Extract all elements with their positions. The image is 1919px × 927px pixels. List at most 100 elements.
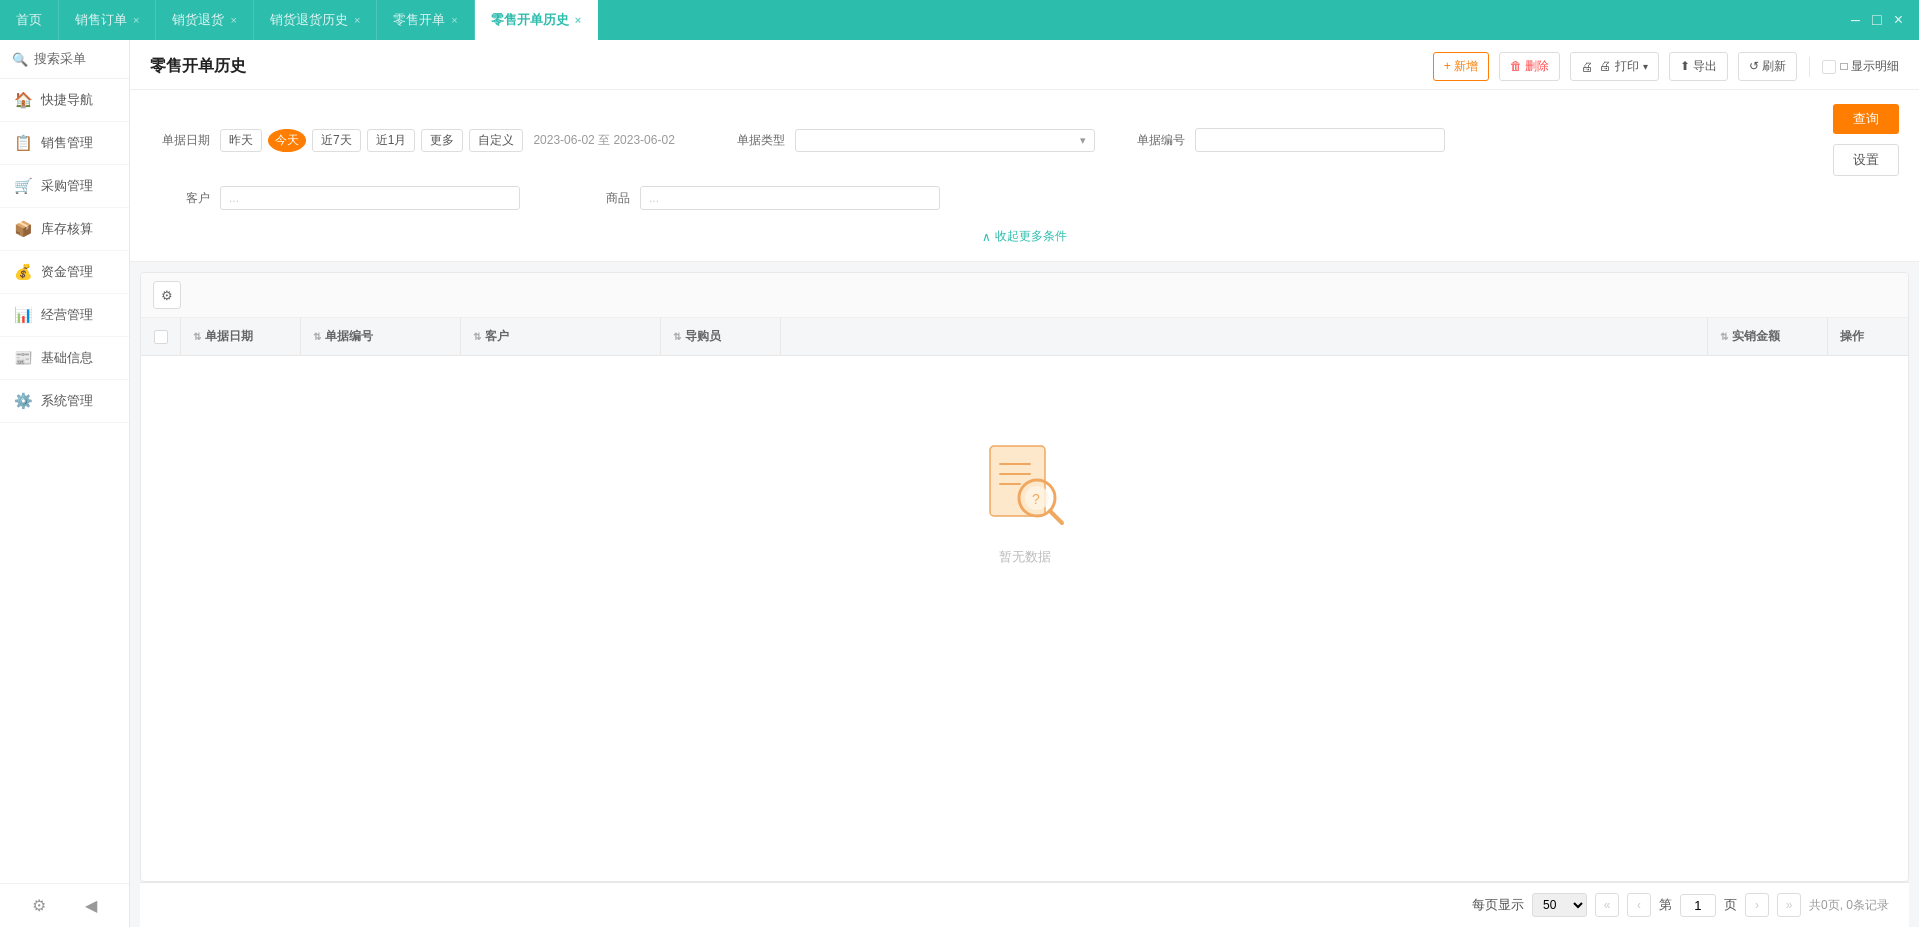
- date-btn-last-month[interactable]: 近1月: [367, 129, 416, 152]
- close-btn[interactable]: ×: [1894, 11, 1903, 29]
- tab-bar: 首页 销售订单 × 销货退货 × 销货退货历史 × 零售开单 × 零售开单历史 …: [0, 0, 1919, 40]
- first-page-btn[interactable]: «: [1595, 893, 1619, 917]
- filter-client-placeholder: ...: [229, 191, 239, 205]
- search-icon: 🔍: [12, 52, 28, 67]
- tab-sales-return[interactable]: 销货退货 ×: [156, 0, 253, 40]
- next-page-btn[interactable]: ›: [1745, 893, 1769, 917]
- minimize-btn[interactable]: –: [1851, 11, 1860, 29]
- th-num[interactable]: ⇅ 单据编号: [301, 318, 461, 355]
- tab-home[interactable]: 首页: [0, 0, 59, 40]
- tab-retail-open-close[interactable]: ×: [451, 14, 457, 26]
- purchase-mgmt-icon: 🛒: [14, 177, 33, 195]
- delete-button[interactable]: 🗑 删除: [1499, 52, 1560, 81]
- th-guide[interactable]: ⇅ 导购员: [661, 318, 781, 355]
- page-title: 零售开单历史: [150, 56, 246, 77]
- tab-retail-open-history-label: 零售开单历史: [491, 11, 569, 29]
- sidebar-collapse-btn[interactable]: ◀: [85, 896, 97, 915]
- page-input[interactable]: [1680, 894, 1716, 917]
- sidebar-search-label: 搜索采单: [34, 50, 86, 68]
- date-btn-custom[interactable]: 自定义: [469, 129, 523, 152]
- collapse-label: 收起更多条件: [995, 228, 1067, 245]
- sys-mgmt-icon: ⚙️: [14, 392, 33, 410]
- table-settings-icon: ⚙: [161, 288, 173, 303]
- tab-sales-order-close[interactable]: ×: [133, 14, 139, 26]
- filter-row-2: 客户 ... 商品 ...: [150, 186, 1899, 210]
- table-settings-btn[interactable]: ⚙: [153, 281, 181, 309]
- empty-state: ? 暂无数据: [141, 356, 1908, 646]
- sort-amount-icon: ⇅: [1720, 331, 1728, 342]
- sidebar-item-finance[interactable]: 💰 资金管理: [0, 251, 129, 294]
- finance-icon: 💰: [14, 263, 33, 281]
- table-toolbar: ⚙: [141, 273, 1908, 318]
- business-icon: 📊: [14, 306, 33, 324]
- filter-doc-type-label: 单据类型: [725, 132, 785, 149]
- header-checkbox[interactable]: [154, 330, 168, 344]
- print-button[interactable]: 🖨 🖨 打印 ▾: [1570, 52, 1658, 81]
- date-btn-today[interactable]: 今天: [268, 129, 306, 152]
- date-btn-group: 昨天 今天 近7天 近1月 更多 自定义: [220, 129, 523, 152]
- filter-doc-type-select[interactable]: ▾: [795, 129, 1095, 152]
- tab-sales-return-history[interactable]: 销货退货历史 ×: [254, 0, 377, 40]
- settings-set-button[interactable]: 设置: [1833, 144, 1899, 176]
- sidebar-item-sales-mgmt-label: 销售管理: [41, 134, 93, 152]
- sort-num-icon: ⇅: [313, 331, 321, 342]
- sidebar-item-sys-mgmt-label: 系统管理: [41, 392, 93, 410]
- sidebar-item-purchase-mgmt[interactable]: 🛒 采购管理: [0, 165, 129, 208]
- th-client[interactable]: ⇅ 客户: [461, 318, 661, 355]
- sidebar: 🔍 搜索采单 🏠 快捷导航 📋 销售管理 🛒 采购管理 📦 库存核算 💰 资金管…: [0, 40, 130, 927]
- sidebar-item-finance-label: 资金管理: [41, 263, 93, 281]
- query-button[interactable]: 查询: [1833, 104, 1899, 134]
- display-detail-label: □ 显示明细: [1840, 58, 1899, 75]
- main-content: 零售开单历史 + 新增 🗑 删除 🖨 🖨 打印 ▾ ⬆ 导出 ↺ 刷新 □ 显示…: [130, 40, 1919, 927]
- display-detail-checkbox[interactable]: [1822, 60, 1836, 74]
- add-button[interactable]: + 新增: [1433, 52, 1489, 81]
- filter-date-label: 单据日期: [150, 132, 210, 149]
- th-checkbox: [141, 318, 181, 355]
- sidebar-item-inventory[interactable]: 📦 库存核算: [0, 208, 129, 251]
- filter-goods-select[interactable]: ...: [640, 186, 940, 210]
- th-date[interactable]: ⇅ 单据日期: [181, 318, 301, 355]
- last-page-btn[interactable]: »: [1777, 893, 1801, 917]
- print-label: 🖨 打印: [1599, 58, 1638, 75]
- sidebar-item-sys-mgmt[interactable]: ⚙️ 系统管理: [0, 380, 129, 423]
- query-settings-group: 查询 设置: [1833, 104, 1899, 176]
- tab-retail-open-history[interactable]: 零售开单历史 ×: [475, 0, 598, 40]
- sidebar-settings-btn[interactable]: ⚙: [32, 896, 46, 915]
- display-detail-btn[interactable]: □ 显示明细: [1822, 58, 1899, 75]
- date-btn-more[interactable]: 更多: [421, 129, 463, 152]
- tab-sales-order[interactable]: 销售订单 ×: [59, 0, 156, 40]
- filter-doc-num-input[interactable]: [1195, 128, 1445, 152]
- th-guide-label: 导购员: [685, 328, 721, 345]
- per-page-select[interactable]: 50 10 20 100: [1532, 893, 1587, 917]
- date-btn-yesterday[interactable]: 昨天: [220, 129, 262, 152]
- date-btn-last7[interactable]: 近7天: [312, 129, 361, 152]
- sidebar-search[interactable]: 🔍 搜索采单: [0, 40, 129, 79]
- maximize-btn[interactable]: □: [1872, 11, 1882, 29]
- basic-info-icon: 📰: [14, 349, 33, 367]
- prev-page-btn[interactable]: ‹: [1627, 893, 1651, 917]
- tab-sales-return-label: 销货退货: [172, 11, 224, 29]
- sidebar-item-sales-mgmt[interactable]: 📋 销售管理: [0, 122, 129, 165]
- th-num-label: 单据编号: [325, 328, 373, 345]
- filter-client-select[interactable]: ...: [220, 186, 520, 210]
- sidebar-item-business[interactable]: 📊 经营管理: [0, 294, 129, 337]
- tab-sales-return-history-close[interactable]: ×: [354, 14, 360, 26]
- sidebar-item-basic-info[interactable]: 📰 基础信息: [0, 337, 129, 380]
- pagination-bar: 每页显示 50 10 20 100 « ‹ 第 页 › » 共0页, 0条记录: [140, 882, 1909, 927]
- th-date-label: 单据日期: [205, 328, 253, 345]
- collapse-btn[interactable]: ∧ 收起更多条件: [982, 224, 1067, 249]
- empty-text: 暂无数据: [999, 548, 1051, 566]
- filter-date-range: 2023-06-02 至 2023-06-02: [533, 132, 674, 149]
- export-button[interactable]: ⬆ 导出: [1669, 52, 1728, 81]
- total-text: 共0页, 0条记录: [1809, 897, 1889, 914]
- tab-sales-return-history-label: 销货退货历史: [270, 11, 348, 29]
- tab-retail-open-history-close[interactable]: ×: [575, 14, 581, 26]
- refresh-button[interactable]: ↺ 刷新: [1738, 52, 1797, 81]
- filter-goods-label: 商品: [570, 190, 630, 207]
- tab-retail-open[interactable]: 零售开单 ×: [377, 0, 474, 40]
- sidebar-item-quick-nav[interactable]: 🏠 快捷导航: [0, 79, 129, 122]
- tab-sales-return-close[interactable]: ×: [230, 14, 236, 26]
- page-unit: 页: [1724, 896, 1737, 914]
- th-amount[interactable]: ⇅ 实销金额: [1708, 318, 1828, 355]
- per-page-label: 每页显示: [1472, 896, 1524, 914]
